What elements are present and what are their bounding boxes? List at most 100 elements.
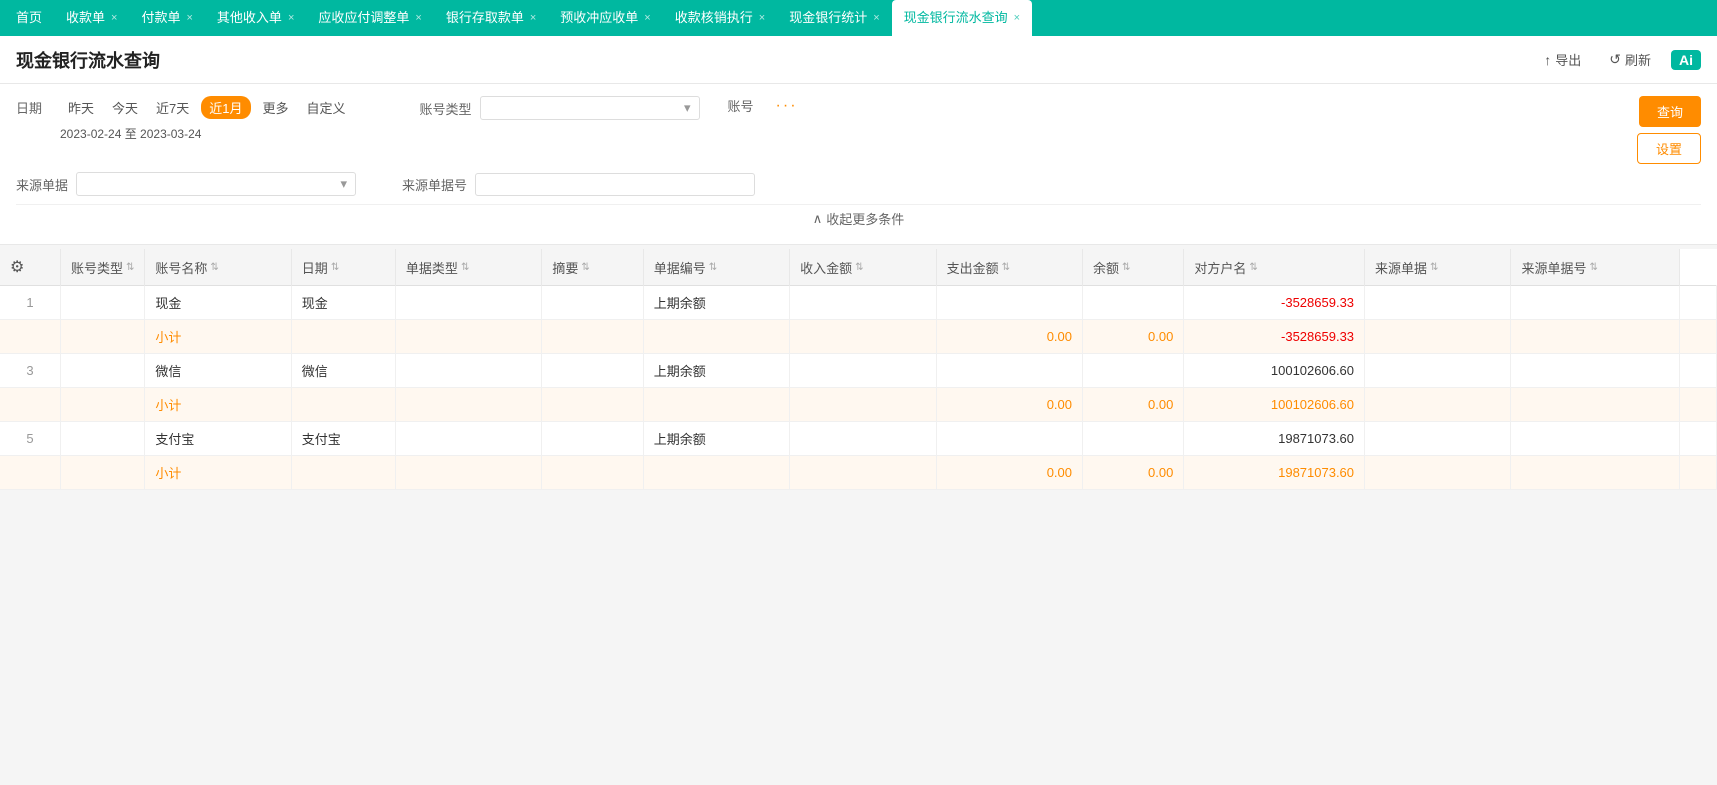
- col-header-income[interactable]: 收入金额⇅: [790, 249, 936, 286]
- col-header-account_name[interactable]: 账号名称⇅: [145, 249, 291, 286]
- ai-badge[interactable]: Ai: [1671, 50, 1701, 70]
- query-button[interactable]: 查询: [1639, 96, 1701, 127]
- cell-date: [395, 354, 541, 388]
- cell-expense: [1083, 286, 1184, 320]
- col-header-summary[interactable]: 摘要⇅: [542, 249, 643, 286]
- tab-close-icon[interactable]: ×: [759, 0, 765, 36]
- cell-date: [395, 286, 541, 320]
- cell-summary: 上期余额: [643, 354, 789, 388]
- source-doc-arrow: ▾: [340, 176, 347, 192]
- cell-expense: [1083, 354, 1184, 388]
- cell-income: 0.00: [936, 388, 1082, 422]
- sort-icon: ⇅: [331, 262, 339, 273]
- sort-icon: ⇅: [461, 262, 469, 273]
- cell-account_name: 现金: [291, 286, 395, 320]
- cell-source_doc: [1511, 422, 1680, 456]
- col-header-account_type[interactable]: 账号类型⇅: [60, 249, 144, 286]
- sort-icon: ⇅: [1002, 262, 1010, 273]
- tab-close-icon[interactable]: ×: [415, 0, 421, 36]
- cell-date: [395, 388, 541, 422]
- date-opt-近7天[interactable]: 近7天: [150, 96, 195, 119]
- source-doc-select[interactable]: ▾: [76, 172, 356, 196]
- cell-account_name: [291, 456, 395, 490]
- tab-close-icon[interactable]: ×: [288, 0, 294, 36]
- col-header-doc_no[interactable]: 单据编号⇅: [643, 249, 789, 286]
- col-header-counterpart[interactable]: 对方户名⇅: [1184, 249, 1365, 286]
- cell-counterpart: [1365, 354, 1511, 388]
- nav-tab-应收应付调整单[interactable]: 应收应付调整单×: [306, 0, 433, 36]
- sort-icon: ⇅: [1122, 262, 1130, 273]
- cell-date: [395, 422, 541, 456]
- table-row: 3微信微信上期余额100102606.60: [0, 354, 1717, 388]
- nav-tab-银行存取款单[interactable]: 银行存取款单×: [434, 0, 548, 36]
- cell-counterpart: [1365, 286, 1511, 320]
- sort-icon: ⇅: [210, 262, 218, 273]
- cell-doc_type: [542, 422, 643, 456]
- nav-tab-收款单[interactable]: 收款单×: [54, 0, 129, 36]
- cell-balance: 19871073.60: [1184, 422, 1365, 456]
- cell-expense: 0.00: [1083, 456, 1184, 490]
- cell-doc_no: [790, 388, 936, 422]
- date-opt-今天[interactable]: 今天: [106, 96, 144, 119]
- sort-icon: ⇅: [1249, 262, 1257, 273]
- table-row: 小计0.000.00-3528659.33: [0, 320, 1717, 354]
- cell-source_doc: [1511, 456, 1680, 490]
- cell-summary: 上期余额: [643, 422, 789, 456]
- cell-doc_no: [790, 286, 936, 320]
- cell-summary: [643, 388, 789, 422]
- gear-icon[interactable]: ⚙: [10, 259, 24, 276]
- tab-close-icon[interactable]: ×: [873, 0, 879, 36]
- date-options: 昨天今天近7天近1月更多自定义: [62, 96, 352, 119]
- cell-income: [936, 354, 1082, 388]
- cell-account_type: 微信: [145, 354, 291, 388]
- export-icon: ↑: [1544, 52, 1551, 68]
- cell-source_doc: [1511, 354, 1680, 388]
- cell-gear: [60, 286, 144, 320]
- nav-tab-现金银行统计[interactable]: 现金银行统计×: [777, 0, 891, 36]
- cell-balance: 100102606.60: [1184, 354, 1365, 388]
- page-header: 现金银行流水查询 ↑ 导出 ↺ 刷新 Ai: [0, 36, 1717, 84]
- col-header-doc_type[interactable]: 单据类型⇅: [395, 249, 541, 286]
- col-header-expense[interactable]: 支出金额⇅: [936, 249, 1082, 286]
- tab-close-icon[interactable]: ×: [186, 0, 192, 36]
- collapse-more-button[interactable]: ∧ 收起更多条件: [16, 204, 1701, 232]
- cell-account_type: 小计: [145, 320, 291, 354]
- source-doc-no-input[interactable]: [475, 173, 755, 196]
- nav-tab-现金银行流水查询[interactable]: 现金银行流水查询×: [892, 0, 1032, 36]
- refresh-button[interactable]: ↺ 刷新: [1601, 46, 1659, 73]
- cell-date: [395, 320, 541, 354]
- date-opt-更多[interactable]: 更多: [257, 96, 295, 119]
- tab-close-icon[interactable]: ×: [530, 0, 536, 36]
- top-nav: 首页 收款单×付款单×其他收入单×应收应付调整单×银行存取款单×预收冲应收单×收…: [0, 0, 1717, 36]
- tab-close-icon[interactable]: ×: [111, 0, 117, 36]
- nav-home[interactable]: 首页: [4, 0, 54, 36]
- col-header-date[interactable]: 日期⇅: [291, 249, 395, 286]
- account-type-select[interactable]: ▾: [480, 96, 700, 120]
- date-opt-近1月[interactable]: 近1月: [201, 96, 250, 119]
- sort-icon: ⇅: [1589, 262, 1597, 273]
- tab-close-icon[interactable]: ×: [644, 0, 650, 36]
- col-header-source_doc[interactable]: 来源单据⇅: [1365, 249, 1511, 286]
- row-number: [0, 456, 60, 490]
- date-opt-昨天[interactable]: 昨天: [62, 96, 100, 119]
- nav-tab-其他收入单[interactable]: 其他收入单×: [205, 0, 306, 36]
- tab-close-icon[interactable]: ×: [1014, 0, 1020, 36]
- settings-button[interactable]: 设置: [1637, 133, 1701, 164]
- cell-source_doc_no: [1680, 422, 1717, 456]
- nav-tab-收款核销执行[interactable]: 收款核销执行×: [663, 0, 777, 36]
- date-opt-自定义[interactable]: 自定义: [301, 96, 352, 119]
- nav-tab-预收冲应收单[interactable]: 预收冲应收单×: [548, 0, 662, 36]
- cell-doc_type: [542, 286, 643, 320]
- account-more-icon[interactable]: ···: [776, 97, 798, 115]
- cell-account_type: 支付宝: [145, 422, 291, 456]
- collapse-icon: ∧: [813, 211, 823, 227]
- cell-counterpart: [1365, 320, 1511, 354]
- col-header-source_doc_no[interactable]: 来源单据号⇅: [1511, 249, 1680, 286]
- export-button[interactable]: ↑ 导出: [1536, 46, 1589, 73]
- account-type-label: 账号类型: [420, 99, 472, 118]
- source-doc-no-label: 来源单据号: [402, 175, 467, 194]
- cell-gear: [60, 354, 144, 388]
- col-header-balance[interactable]: 余额⇅: [1083, 249, 1184, 286]
- cell-doc_no: [790, 422, 936, 456]
- nav-tab-付款单[interactable]: 付款单×: [129, 0, 204, 36]
